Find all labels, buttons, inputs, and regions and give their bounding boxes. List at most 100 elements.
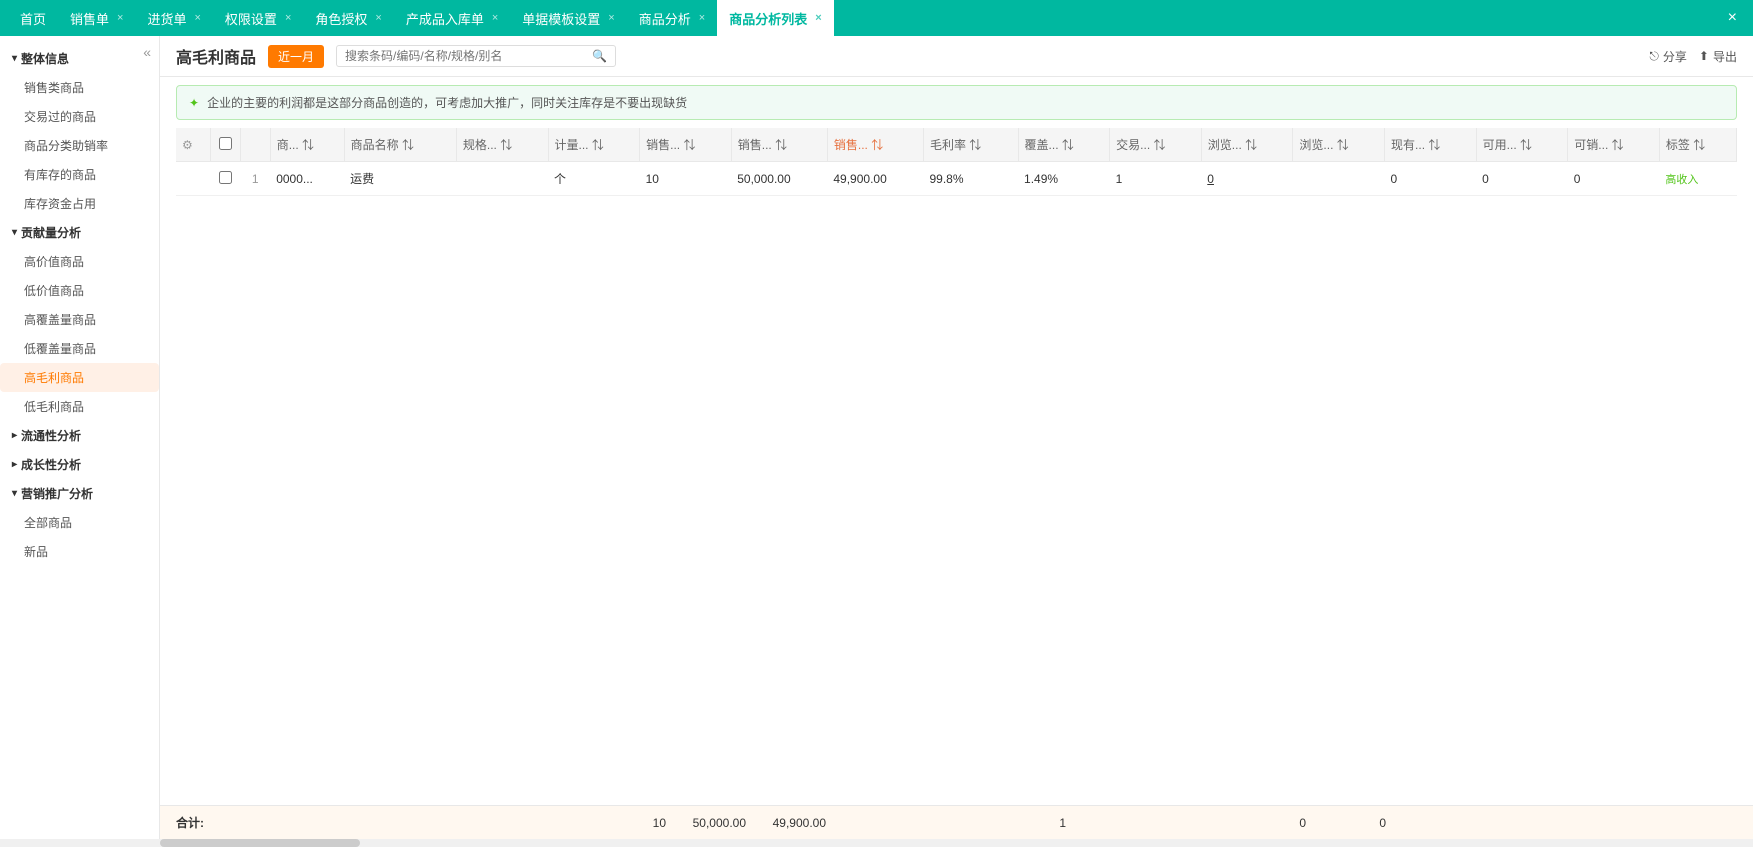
total-bar: 合计: 10 50,000.00 49,900.00 1 0 0 xyxy=(160,805,1753,839)
nav-template-settings[interactable]: 单据模板设置 × xyxy=(510,0,626,36)
info-message: 企业的主要的利润都是这部分商品创造的，可考虑加大推广，同时关注库存是不要出现缺货 xyxy=(207,94,687,111)
col-sellable[interactable]: 可销... ⇅ xyxy=(1568,128,1660,162)
cell-product-name: 运费 xyxy=(344,162,456,196)
cell-tag: 高收入 xyxy=(1659,162,1736,196)
cell-trade: 1 xyxy=(1110,162,1202,196)
col-browse2[interactable]: 浏览... ⇅ xyxy=(1293,128,1385,162)
col-sku-code[interactable]: 商... ⇅ xyxy=(270,128,344,162)
close-icon[interactable]: × xyxy=(375,12,381,24)
col-available[interactable]: 可用... ⇅ xyxy=(1476,128,1568,162)
search-icon[interactable]: 🔍 xyxy=(592,49,607,63)
share-button[interactable]: ⎋ 分享 xyxy=(1649,48,1687,65)
nav-permissions[interactable]: 权限设置 × xyxy=(213,0,303,36)
info-icon: ✦ xyxy=(189,96,199,110)
col-sales-amount[interactable]: 销售... ⇅ xyxy=(731,128,827,162)
sidebar-collapse-button[interactable]: « xyxy=(143,44,151,60)
col-unit[interactable]: 计量... ⇅ xyxy=(548,128,640,162)
cell-sales-profit: 49,900.00 xyxy=(827,162,923,196)
col-settings[interactable]: ⚙ xyxy=(176,128,210,162)
col-product-name[interactable]: 商品名称 ⇅ xyxy=(344,128,456,162)
total-cells: 10 50,000.00 49,900.00 1 0 0 xyxy=(232,816,1737,830)
close-icon[interactable]: × xyxy=(194,12,200,24)
close-icon[interactable]: × xyxy=(492,12,498,24)
info-bar: ✦ 企业的主要的利润都是这部分商品创造的，可考虑加大推广，同时关注库存是不要出现… xyxy=(176,85,1737,120)
cell-coverage: 1.49% xyxy=(1018,162,1110,196)
search-input[interactable] xyxy=(345,49,588,63)
sidebar-item-all-goods[interactable]: 全部商品 xyxy=(0,508,159,537)
window-close-button[interactable]: × xyxy=(1720,9,1745,27)
export-icon: ⬆ xyxy=(1699,49,1709,63)
sidebar-item-traded-goods[interactable]: 交易过的商品 xyxy=(0,102,159,131)
cell-sellable: 0 xyxy=(1568,162,1660,196)
cell-settings xyxy=(176,162,210,196)
nav-product-inbound[interactable]: 产成品入库单 × xyxy=(394,0,510,36)
horizontal-scrollbar[interactable] xyxy=(0,839,1753,847)
sidebar-item-sales-goods[interactable]: 销售类商品 xyxy=(0,73,159,102)
sidebar-item-high-value[interactable]: 高价值商品 xyxy=(0,247,159,276)
search-input-wrap: 🔍 xyxy=(336,45,616,67)
chevron-down-icon: ▾ xyxy=(12,227,17,238)
col-trade[interactable]: 交易... ⇅ xyxy=(1110,128,1202,162)
total-spacer2 xyxy=(832,816,992,830)
sidebar-group-liquidity[interactable]: ▸ 流通性分析 xyxy=(0,421,159,450)
cell-sales-qty: 10 xyxy=(640,162,732,196)
close-icon[interactable]: × xyxy=(117,12,123,24)
col-browse1[interactable]: 浏览... ⇅ xyxy=(1201,128,1293,162)
select-all-checkbox[interactable] xyxy=(219,137,232,150)
cell-sales-amount: 50,000.00 xyxy=(731,162,827,196)
sidebar-item-high-margin[interactable]: 高毛利商品 xyxy=(0,363,159,392)
nav-roles[interactable]: 角色授权 × xyxy=(303,0,393,36)
total-spacer3 xyxy=(1072,816,1232,830)
sidebar-item-new-goods[interactable]: 新品 xyxy=(0,537,159,566)
col-spec[interactable]: 规格... ⇅ xyxy=(456,128,548,162)
export-button[interactable]: ⬆ 导出 xyxy=(1699,48,1737,65)
main-area: « ▾ 整体信息 销售类商品 交易过的商品 商品分类助销率 有库存的商品 库存资… xyxy=(0,36,1753,839)
close-icon[interactable]: × xyxy=(699,12,705,24)
sidebar-group-contribution[interactable]: ▾ 贡献量分析 xyxy=(0,218,159,247)
col-tag[interactable]: 标签 ⇅ xyxy=(1659,128,1736,162)
col-row-num xyxy=(240,128,270,162)
nav-sales[interactable]: 销售单 × xyxy=(58,0,135,36)
chevron-right-icon: ▸ xyxy=(12,459,17,470)
cell-available: 0 xyxy=(1476,162,1568,196)
sidebar-item-high-coverage[interactable]: 高覆盖量商品 xyxy=(0,305,159,334)
chevron-right-icon: ▸ xyxy=(12,430,17,441)
sidebar-item-low-coverage[interactable]: 低覆盖量商品 xyxy=(0,334,159,363)
col-sales-qty[interactable]: 销售... ⇅ xyxy=(640,128,732,162)
nav-purchase[interactable]: 进货单 × xyxy=(135,0,212,36)
col-gross-margin[interactable]: 毛利率 ⇅ xyxy=(923,128,1018,162)
total-label: 合计: xyxy=(176,814,216,831)
header-actions: ⎋ 分享 ⬆ 导出 xyxy=(1649,48,1737,65)
settings-icon[interactable]: ⚙ xyxy=(182,138,193,152)
nav-product-analysis-list[interactable]: 商品分析列表 × xyxy=(717,0,833,36)
total-sales-amount: 50,000.00 xyxy=(672,816,752,830)
sidebar-group-growth[interactable]: ▸ 成长性分析 xyxy=(0,450,159,479)
page-title: 高毛利商品 xyxy=(176,44,256,68)
close-icon[interactable]: × xyxy=(285,12,291,24)
close-icon[interactable]: × xyxy=(608,12,614,24)
sidebar-item-low-margin[interactable]: 低毛利商品 xyxy=(0,392,159,421)
cell-checkbox[interactable] xyxy=(210,162,240,196)
col-sales-profit[interactable]: 销售... ⇅ xyxy=(827,128,923,162)
cell-row-num: 1 xyxy=(240,162,270,196)
sidebar-group-marketing[interactable]: ▾ 营销推广分析 xyxy=(0,479,159,508)
content-area: 高毛利商品 近一月 🔍 ⎋ 分享 ⬆ 导出 ✦ 企业的主要的利润都是这部分商品创… xyxy=(160,36,1753,839)
sidebar: « ▾ 整体信息 销售类商品 交易过的商品 商品分类助销率 有库存的商品 库存资… xyxy=(0,36,160,839)
col-current-stock[interactable]: 现有... ⇅ xyxy=(1385,128,1477,162)
cell-browse2 xyxy=(1293,162,1385,196)
nav-product-analysis[interactable]: 商品分析 × xyxy=(627,0,717,36)
col-coverage[interactable]: 覆盖... ⇅ xyxy=(1018,128,1110,162)
sidebar-item-low-value[interactable]: 低价值商品 xyxy=(0,276,159,305)
sidebar-item-category-rate[interactable]: 商品分类助销率 xyxy=(0,131,159,160)
close-icon[interactable]: × xyxy=(815,12,821,24)
table-row: 1 0000... 运费 个 10 50,000.00 49,900.00 99… xyxy=(176,162,1737,196)
sidebar-group-overall[interactable]: ▾ 整体信息 xyxy=(0,44,159,73)
sidebar-item-stock-capital[interactable]: 库存资金占用 xyxy=(0,189,159,218)
total-available: 0 xyxy=(1232,816,1312,830)
time-filter-button[interactable]: 近一月 xyxy=(268,45,324,68)
cell-browse1[interactable]: 0 xyxy=(1201,162,1293,196)
nav-home[interactable]: 首页 xyxy=(8,0,58,36)
sidebar-item-in-stock[interactable]: 有库存的商品 xyxy=(0,160,159,189)
cell-gross-margin: 99.8% xyxy=(923,162,1018,196)
scrollbar-thumb[interactable] xyxy=(160,839,360,847)
